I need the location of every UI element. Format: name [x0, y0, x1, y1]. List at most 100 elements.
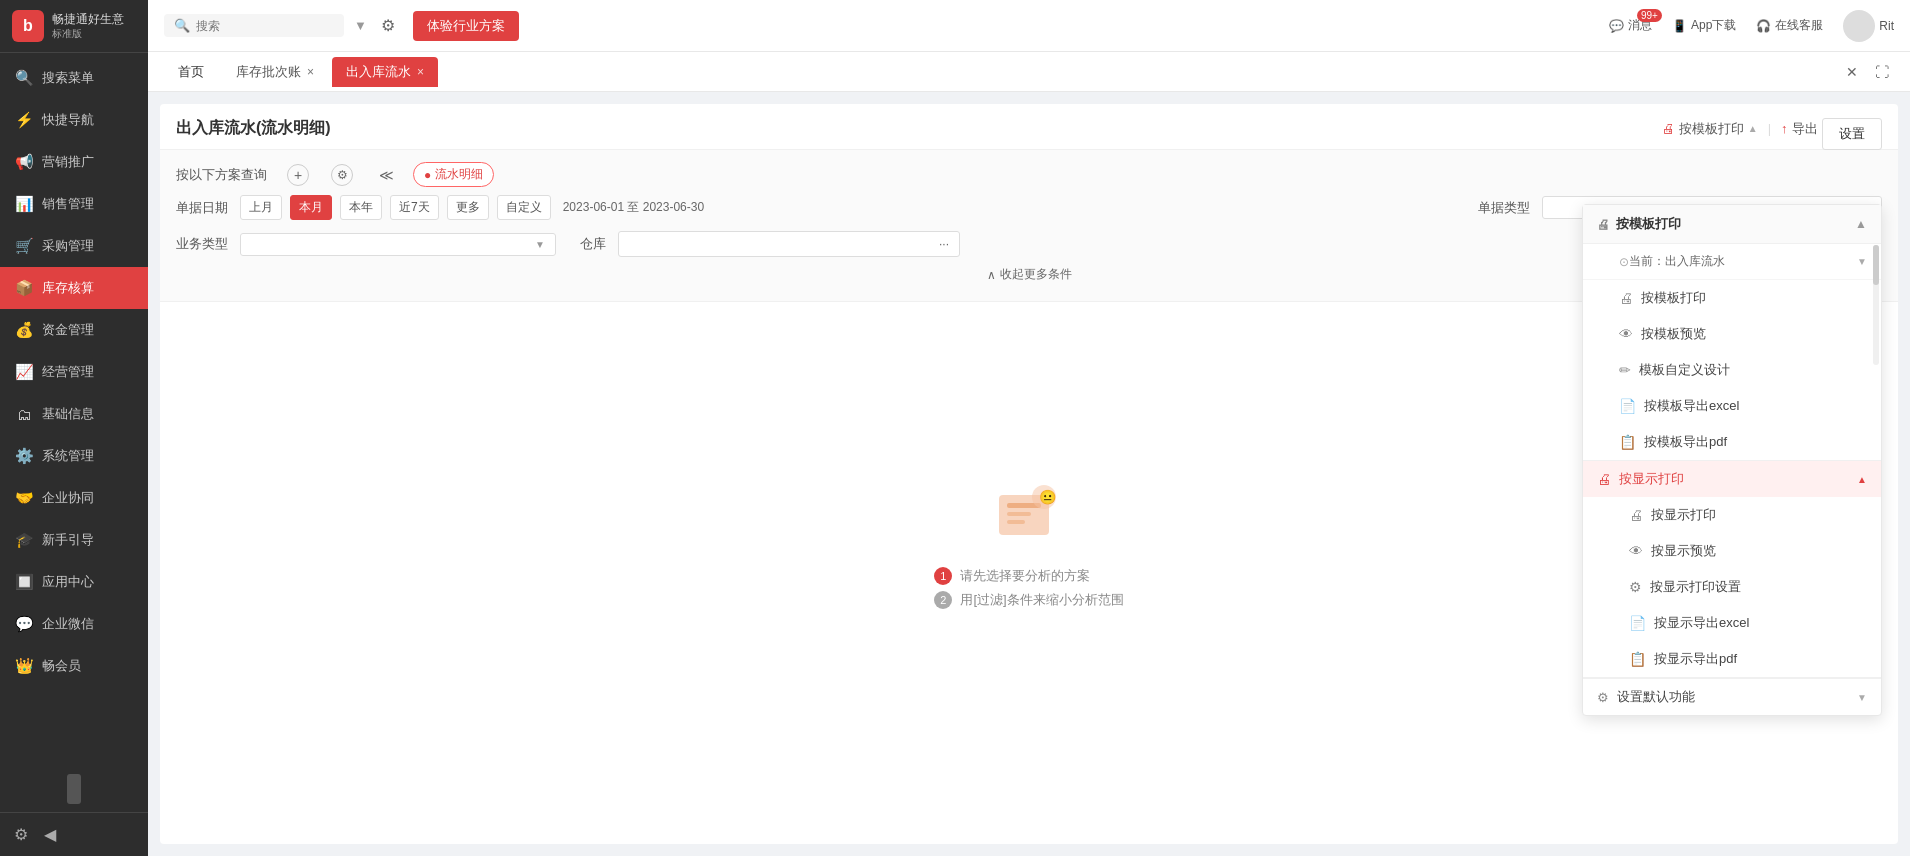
display-print-section-header[interactable]: 🖨 按显示打印 ▲	[1583, 461, 1881, 497]
date-btn-custom[interactable]: 自定义	[497, 195, 551, 220]
sidebar-item-purchase[interactable]: 🛒 采购管理	[0, 225, 148, 267]
search-input[interactable]	[196, 19, 316, 33]
sidebar-item-label: 应用中心	[42, 573, 94, 591]
display-print-label: 按显示打印	[1651, 506, 1716, 524]
user-avatar	[1843, 10, 1875, 42]
tab-inout-close-icon[interactable]: ×	[417, 65, 424, 79]
operations-icon: 📈	[14, 362, 34, 382]
display-print-section: 🖨 按显示打印 👁 按显示预览 ⚙ 按显示打印设置 📄	[1583, 497, 1881, 678]
sidebar-item-guide[interactable]: 🎓 新手引导	[0, 519, 148, 561]
warehouse-input[interactable]: ···	[618, 231, 960, 257]
sidebar-item-system[interactable]: ⚙️ 系统管理	[0, 435, 148, 477]
current-arrow-icon[interactable]: ▼	[1857, 256, 1867, 267]
set-button[interactable]: 设置	[1822, 118, 1882, 150]
sidebar-scroll-down[interactable]	[67, 774, 81, 804]
dropdown-display-settings[interactable]: ⚙ 按显示打印设置	[1583, 569, 1881, 605]
sidebar-item-wechat[interactable]: 💬 企业微信	[0, 603, 148, 645]
warehouse-filter: 仓库 ···	[580, 231, 960, 257]
message-action[interactable]: 💬 消息 99+	[1609, 17, 1652, 34]
filter-settings-button[interactable]: ⚙	[331, 164, 353, 186]
dropdown-template-preview[interactable]: 👁 按模板预览	[1583, 316, 1881, 352]
app-download-action[interactable]: 📱 App下载	[1672, 17, 1736, 34]
date-btn-this-month[interactable]: 本月	[290, 195, 332, 220]
tab-batch[interactable]: 库存批次账 ×	[222, 57, 328, 87]
sidebar-item-operations[interactable]: 📈 经营管理	[0, 351, 148, 393]
tab-inout-label: 出入库流水	[346, 63, 411, 81]
sidebar-item-shortcut[interactable]: ⚡ 快捷导航	[0, 99, 148, 141]
export-button[interactable]: ↑ 导出	[1781, 120, 1818, 138]
page-header: 出入库流水(流水明细) 🖨 按模板打印 ▲ | ↑ 导出 |	[160, 104, 1898, 150]
sidebar-item-inventory[interactable]: 📦 库存核算	[0, 267, 148, 309]
date-btn-last-month[interactable]: 上月	[240, 195, 282, 220]
filter-label: 按以下方案查询	[176, 166, 267, 184]
display-section-arrow-icon[interactable]: ▲	[1857, 474, 1867, 485]
dropdown-template-export-excel[interactable]: 📄 按模板导出excel	[1583, 388, 1881, 424]
date-btn-more[interactable]: 更多	[447, 195, 489, 220]
customer-service-label: 在线客服	[1775, 17, 1823, 34]
print-template-arrow-icon[interactable]: ▲	[1748, 123, 1758, 134]
collapse-sidebar-icon[interactable]: ◀	[44, 825, 56, 844]
sidebar-item-sales[interactable]: 📊 销售管理	[0, 183, 148, 225]
sidebar-item-appcenter[interactable]: 🔲 应用中心	[0, 561, 148, 603]
search-arrow-icon[interactable]: ▼	[354, 18, 367, 33]
dropdown-scrollbar-thumb	[1873, 245, 1879, 285]
dropdown-display-excel[interactable]: 📄 按显示导出excel	[1583, 605, 1881, 641]
filter-add-button[interactable]: +	[287, 164, 309, 186]
sidebar-item-finance[interactable]: 💰 资金管理	[0, 309, 148, 351]
filter-collapse-button[interactable]: ≪	[375, 164, 397, 186]
message-icon: 💬	[1609, 19, 1624, 33]
top-bar: 🔍 ▼ ⚙ 体验行业方案 💬 消息 99+ 📱 App下载 🎧 在	[148, 0, 1910, 52]
dropdown-display-print[interactable]: 🖨 按显示打印	[1583, 497, 1881, 533]
excel-icon: 📄	[1619, 398, 1636, 414]
sidebar-item-label: 畅会员	[42, 657, 81, 675]
date-range-display: 2023-06-01 至 2023-06-30	[563, 199, 704, 216]
display-settings-icon: ⚙	[1629, 579, 1642, 595]
collapse-filter-button[interactable]: ∧ 收起更多条件	[987, 266, 1072, 283]
display-preview-label: 按显示预览	[1651, 542, 1716, 560]
customer-service-action[interactable]: 🎧 在线客服	[1756, 17, 1823, 34]
dropdown-scrollbar[interactable]	[1873, 245, 1879, 365]
maximize-button[interactable]: ⛶	[1870, 60, 1894, 84]
sidebar-item-search[interactable]: 🔍 搜索菜单	[0, 57, 148, 99]
sidebar-item-basic[interactable]: 🗂 基础信息	[0, 393, 148, 435]
dropdown-collapse-icon[interactable]: ▲	[1855, 217, 1867, 231]
sidebar-item-member[interactable]: 👑 畅会员	[0, 645, 148, 687]
settings-footer-icon: ⚙	[1597, 690, 1609, 705]
tab-batch-close-icon[interactable]: ×	[307, 65, 314, 79]
step-2-text: 用[过滤]条件来缩小分析范围	[960, 591, 1123, 609]
tab-home[interactable]: 首页	[164, 57, 218, 87]
sidebar-item-marketing[interactable]: 📢 营销推广	[0, 141, 148, 183]
display-preview-icon: 👁	[1629, 543, 1643, 559]
main-area: 🔍 ▼ ⚙ 体验行业方案 💬 消息 99+ 📱 App下载 🎧 在	[148, 0, 1910, 856]
user-profile[interactable]: Rit	[1843, 10, 1894, 42]
search-box[interactable]: 🔍	[164, 14, 344, 37]
dropdown-template-print[interactable]: 🖨 按模板打印	[1583, 280, 1881, 316]
tabs-bar: 首页 库存批次账 × 出入库流水 × ✕ ⛶	[148, 52, 1910, 92]
marketing-icon: 📢	[14, 152, 34, 172]
dropdown-display-preview[interactable]: 👁 按显示预览	[1583, 533, 1881, 569]
date-btn-this-year[interactable]: 本年	[340, 195, 382, 220]
date-btn-7days[interactable]: 近7天	[390, 195, 439, 220]
settings-icon[interactable]: ⚙	[14, 825, 28, 844]
dropdown-display-pdf[interactable]: 📋 按显示导出pdf	[1583, 641, 1881, 677]
dropdown-template-custom[interactable]: ✏ 模板自定义设计	[1583, 352, 1881, 388]
sidebar-item-collab[interactable]: 🤝 企业协同	[0, 477, 148, 519]
biz-type-arrow-icon: ▼	[535, 239, 545, 250]
close-all-tabs-button[interactable]: ✕	[1840, 60, 1864, 84]
warehouse-label: 仓库	[580, 235, 606, 253]
dropdown-footer[interactable]: ⚙ 设置默认功能 ▼	[1583, 678, 1881, 715]
tab-inout[interactable]: 出入库流水 ×	[332, 57, 438, 87]
warehouse-more-icon[interactable]: ···	[939, 237, 949, 251]
dropdown-template-export-pdf[interactable]: 📋 按模板导出pdf	[1583, 424, 1881, 460]
biz-type-select[interactable]: ▼	[240, 233, 556, 256]
appcenter-icon: 🔲	[14, 572, 34, 592]
filter-tag-liushui[interactable]: ● 流水明细	[413, 162, 494, 187]
print-template-button[interactable]: 🖨 按模板打印 ▲	[1662, 120, 1758, 138]
topbar-gear-icon[interactable]: ⚙	[381, 16, 395, 35]
search-icon: 🔍	[14, 68, 34, 88]
template-preview-label: 按模板预览	[1641, 325, 1706, 343]
system-icon: ⚙️	[14, 446, 34, 466]
template-print-section: 🖨 按模板打印 👁 按模板预览 ✏ 模板自定义设计 📄	[1583, 280, 1881, 461]
purchase-icon: 🛒	[14, 236, 34, 256]
trial-button[interactable]: 体验行业方案	[413, 11, 519, 41]
